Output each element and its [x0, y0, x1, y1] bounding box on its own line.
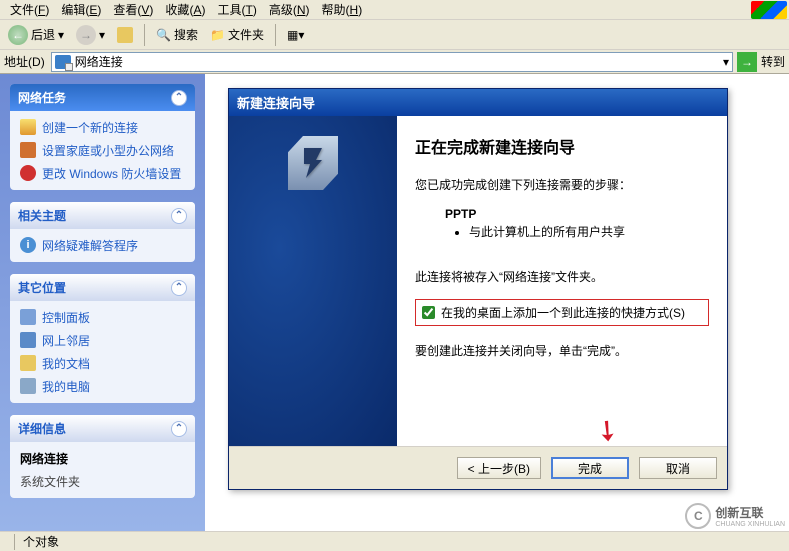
address-label: 地址(D) [4, 53, 47, 70]
sidebar-link[interactable]: 控制面板 [20, 309, 185, 326]
panel-network-tasks: 网络任务⌃ 创建一个新的连接设置家庭或小型办公网络更改 Windows 防火墙设… [10, 84, 195, 190]
dropdown-icon[interactable]: ▾ [723, 55, 729, 69]
panel-header[interactable]: 网络任务⌃ [10, 84, 195, 111]
views-button[interactable]: ▦▾ [283, 26, 308, 44]
address-input[interactable]: 网络连接 ▾ [51, 52, 733, 72]
sidebar-link[interactable]: 我的电脑 [20, 378, 185, 395]
watermark-text: 创新互联 [715, 504, 785, 521]
sidebar-link-label: 设置家庭或小型办公网络 [42, 142, 174, 159]
watermark-logo-icon: C [685, 503, 711, 529]
dialog-intro: 您已成功完成创建下列连接需要的步骤： [415, 176, 709, 193]
sidebar-link-label: 网络疑难解答程序 [42, 237, 138, 254]
menu-advanced[interactable]: 高级(N) [263, 0, 316, 20]
status-bar: 个对象 [0, 531, 789, 551]
address-bar: 地址(D) 网络连接 ▾ → 转到 [0, 50, 789, 74]
panel-body: 创建一个新的连接设置家庭或小型办公网络更改 Windows 防火墙设置 [10, 111, 195, 190]
panel-header[interactable]: 其它位置⌃ [10, 274, 195, 301]
collapse-icon: ⌃ [171, 90, 187, 106]
back-button[interactable]: < 上一步(B) [457, 457, 541, 479]
doc-icon [20, 355, 36, 371]
separator [275, 24, 276, 46]
connection-summary: PPTP 与此计算机上的所有用户共享 [445, 207, 709, 240]
menu-view[interactable]: 查看(V) [107, 0, 159, 20]
views-icon: ▦▾ [287, 28, 304, 42]
pc-icon [20, 378, 36, 394]
toolbar: ←后退 ▾ →▾ 🔍搜索 📁文件夹 ▦▾ [0, 20, 789, 50]
search-button[interactable]: 🔍搜索 [152, 24, 202, 45]
collapse-icon: ⌃ [171, 280, 187, 296]
panel-body: 控制面板网上邻居我的文档我的电脑 [10, 301, 195, 403]
dialog-heading: 正在完成新建连接向导 [415, 134, 709, 158]
status-count: 个对象 [23, 533, 59, 550]
collapse-icon: ⌃ [171, 421, 187, 437]
cancel-button[interactable]: 取消 [639, 457, 717, 479]
folder-up-icon [117, 27, 133, 43]
net-icon [20, 332, 36, 348]
cp-icon [20, 309, 36, 325]
watermark: C 创新互联 CHUANG XINHULIAN [685, 503, 785, 529]
wiz-icon [20, 119, 36, 135]
sidebar-link-label: 网上邻居 [42, 332, 90, 349]
new-connection-wizard-dialog: 新建连接向导 正在完成新建连接向导 您已成功完成创建下列连接需要的步骤： PPT… [228, 88, 728, 490]
home-icon [20, 142, 36, 158]
sidebar-link-label: 我的电脑 [42, 378, 90, 395]
panel-header[interactable]: 相关主题⌃ [10, 202, 195, 229]
folders-button[interactable]: 📁文件夹 [206, 24, 268, 45]
panel-details: 详细信息⌃ 网络连接 系统文件夹 [10, 415, 195, 498]
search-icon: 🔍 [156, 28, 171, 42]
sidebar-link-label: 创建一个新的连接 [42, 119, 138, 136]
connection-name: PPTP [445, 207, 709, 221]
forward-button[interactable]: →▾ [72, 23, 109, 47]
dialog-saved-note: 此连接将被存入“网络连接”文件夹。 [415, 268, 709, 285]
panel-related: 相关主题⌃ i 网络疑难解答程序 [10, 202, 195, 262]
back-button[interactable]: ←后退 ▾ [4, 23, 68, 47]
back-icon: ← [8, 25, 28, 45]
menu-tools[interactable]: 工具(T) [211, 0, 262, 20]
panel-header[interactable]: 详细信息⌃ [10, 415, 195, 442]
menu-help[interactable]: 帮助(H) [316, 0, 369, 20]
menu-bar: 文件(F) 编辑(E) 查看(V) 收藏(A) 工具(T) 高级(N) 帮助(H… [0, 0, 789, 20]
desktop-shortcut-row[interactable]: 在我的桌面上添加一个到此连接的快捷方式(S) [415, 299, 709, 326]
dialog-title: 新建连接向导 [229, 89, 727, 116]
watermark-sub: CHUANG XINHULIAN [715, 521, 785, 528]
sidebar-link[interactable]: i 网络疑难解答程序 [20, 237, 185, 254]
details-name: 网络连接 [20, 450, 185, 467]
go-label: 转到 [761, 53, 785, 70]
dialog-finish-hint: 要创建此连接并关闭向导，单击“完成”。 [415, 342, 709, 359]
help-icon: i [20, 237, 36, 253]
sidebar-link[interactable]: 更改 Windows 防火墙设置 [20, 165, 185, 182]
menu-favorites[interactable]: 收藏(A) [159, 0, 211, 20]
folder-icon: 📁 [210, 28, 225, 42]
address-value: 网络连接 [75, 53, 123, 70]
fw-icon [20, 165, 36, 181]
menu-edit[interactable]: 编辑(E) [55, 0, 107, 20]
collapse-icon: ⌃ [171, 208, 187, 224]
network-icon [55, 55, 71, 69]
connection-icon [288, 136, 338, 190]
panel-body: i 网络疑难解答程序 [10, 229, 195, 262]
go-button[interactable]: → [737, 52, 757, 72]
details-type: 系统文件夹 [20, 473, 185, 490]
desktop-shortcut-checkbox[interactable] [422, 306, 435, 319]
dialog-banner [229, 116, 397, 446]
menu-file[interactable]: 文件(F) [4, 0, 55, 20]
sidebar-link[interactable]: 我的文档 [20, 355, 185, 372]
up-button[interactable] [113, 25, 137, 45]
sidebar: 网络任务⌃ 创建一个新的连接设置家庭或小型办公网络更改 Windows 防火墙设… [0, 74, 205, 531]
sidebar-link[interactable]: 创建一个新的连接 [20, 119, 185, 136]
finish-button[interactable]: 完成 [551, 457, 629, 479]
connection-share-option: 与此计算机上的所有用户共享 [469, 223, 709, 240]
desktop-shortcut-label: 在我的桌面上添加一个到此连接的快捷方式(S) [441, 304, 685, 321]
sidebar-link[interactable]: 设置家庭或小型办公网络 [20, 142, 185, 159]
separator [144, 24, 145, 46]
sidebar-link[interactable]: 网上邻居 [20, 332, 185, 349]
windows-logo-icon [751, 1, 787, 19]
sidebar-link-label: 我的文档 [42, 355, 90, 372]
sidebar-link-label: 更改 Windows 防火墙设置 [42, 165, 181, 182]
sidebar-link-label: 控制面板 [42, 309, 90, 326]
panel-other-places: 其它位置⌃ 控制面板网上邻居我的文档我的电脑 [10, 274, 195, 403]
forward-icon: → [76, 25, 96, 45]
dialog-footer: < 上一步(B) 完成 取消 [229, 446, 727, 489]
